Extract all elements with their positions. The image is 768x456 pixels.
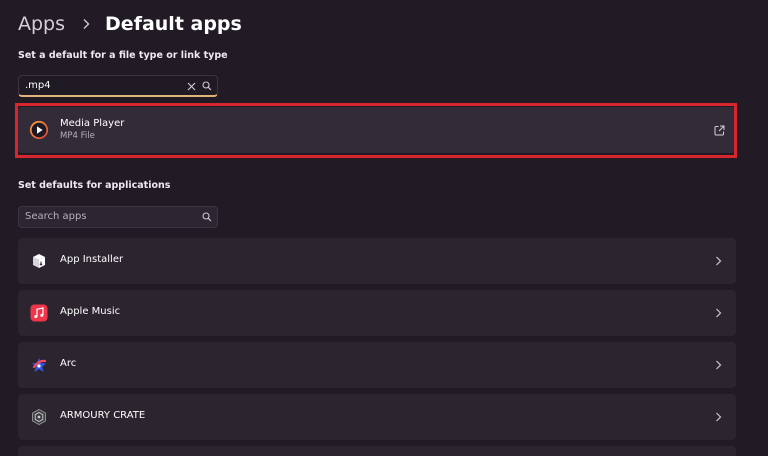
app-row-apple-music[interactable]: Apple Music: [18, 290, 736, 336]
app-name: Apple Music: [60, 306, 121, 317]
arc-icon: [29, 355, 49, 375]
app-name: App Installer: [60, 254, 124, 265]
chevron-right-icon: [76, 14, 96, 34]
search-apps-input[interactable]: [25, 207, 175, 226]
search-icon[interactable]: [199, 210, 215, 224]
app-name: ARMOURY CRATE: [60, 410, 146, 421]
apple-music-icon: [29, 303, 49, 323]
app-installer-icon: [29, 251, 49, 271]
clear-search-icon[interactable]: [183, 79, 199, 93]
breadcrumb: Apps Default apps: [18, 10, 242, 38]
apps-section-label: Set defaults for applications: [18, 180, 171, 191]
breadcrumb-apps-link[interactable]: Apps: [18, 13, 65, 35]
chevron-right-icon: [712, 359, 724, 371]
chevron-right-icon: [712, 411, 724, 423]
app-name: Arc: [60, 358, 77, 369]
filetype-search-input[interactable]: [25, 76, 175, 95]
apps-search-box: [18, 206, 218, 228]
armoury-crate-icon: [29, 407, 49, 427]
search-icon[interactable]: [199, 79, 215, 93]
chevron-right-icon: [712, 255, 724, 267]
app-row-partial[interactable]: [18, 446, 736, 456]
app-row-armoury-crate[interactable]: ARMOURY CRATE: [18, 394, 736, 440]
chevron-right-icon: [712, 307, 724, 319]
filetype-section-label: Set a default for a file type or link ty…: [18, 50, 228, 61]
page-title: Default apps: [105, 13, 242, 35]
app-row-app-installer[interactable]: App Installer: [18, 238, 736, 284]
highlight-outline: [15, 103, 737, 158]
app-row-arc[interactable]: Arc: [18, 342, 736, 388]
filetype-search-box: [18, 75, 218, 97]
